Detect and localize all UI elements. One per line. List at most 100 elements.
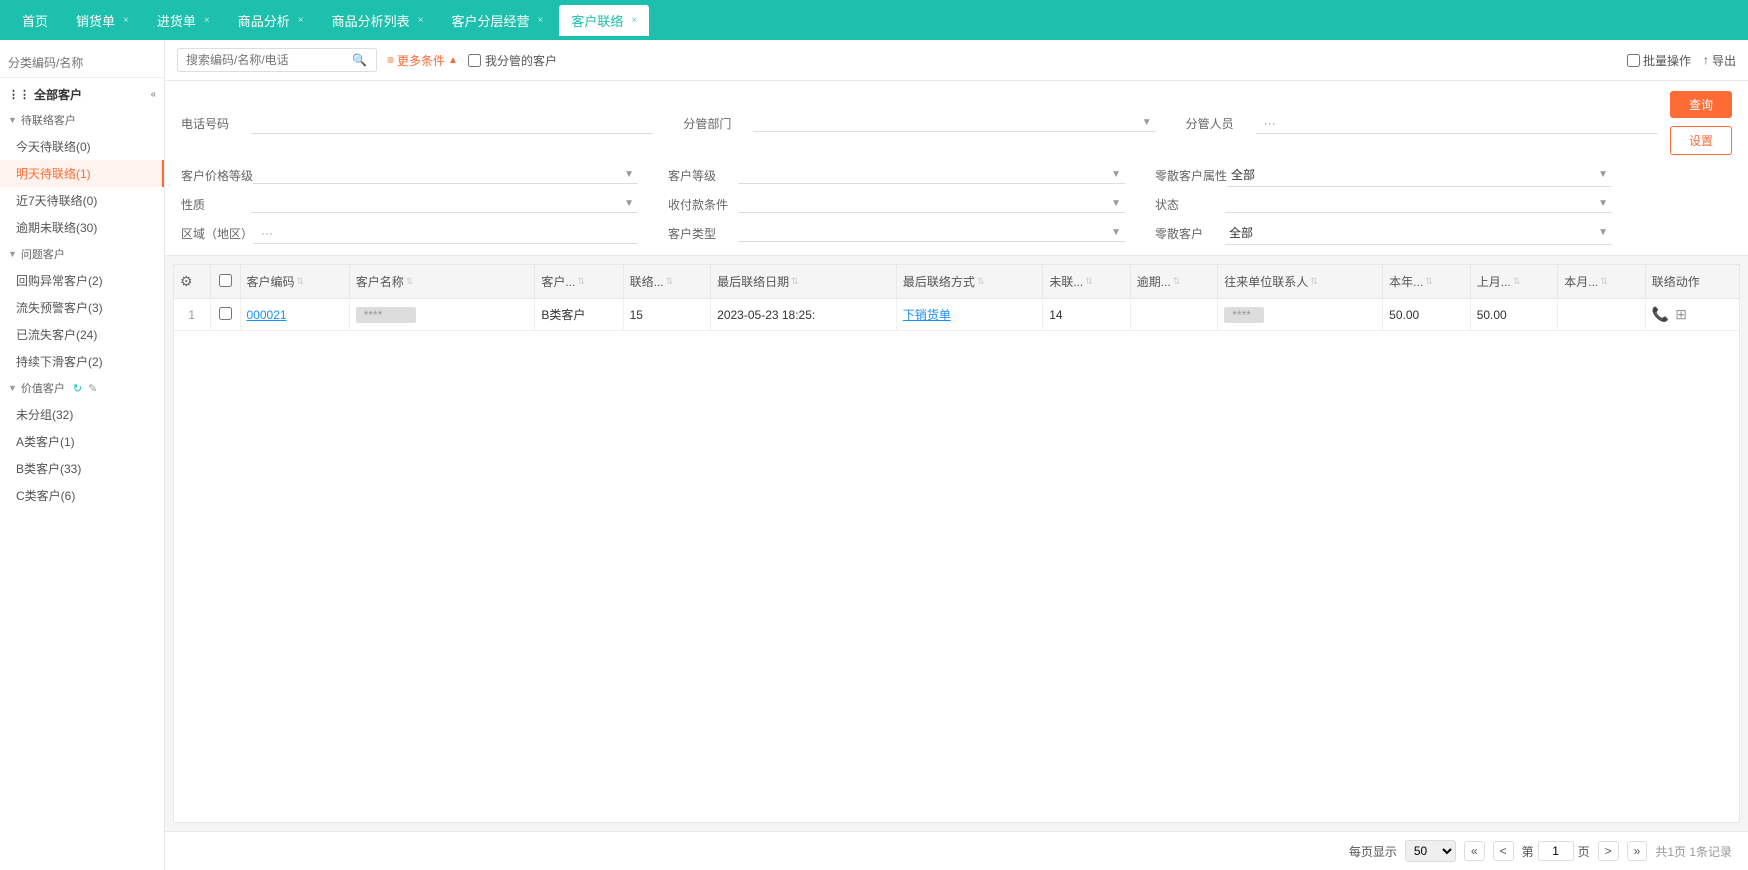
sidebar-item-class-a[interactable]: A类客户(1) xyxy=(0,428,164,455)
last-page-button[interactable]: » xyxy=(1627,841,1648,861)
contact-count-cell: 15 xyxy=(623,299,711,331)
value-group[interactable]: ▼ 价值客户 ↻ ✎ xyxy=(0,375,164,401)
th-contact-person[interactable]: 往来单位联系人 ⇅ xyxy=(1218,265,1383,299)
reset-button[interactable]: 设置 xyxy=(1670,126,1732,155)
filter-row-4: 区域（地区） ··· 客户类型 ▼ 零散客户 xyxy=(181,221,1732,245)
nav-close-icon[interactable]: × xyxy=(123,15,129,26)
sidebar-item-week[interactable]: 近7天待联络(0) xyxy=(0,187,164,214)
phone-input[interactable] xyxy=(251,113,653,134)
sort-icon: ⇅ xyxy=(577,276,585,287)
search-button[interactable]: 🔍 xyxy=(352,53,367,67)
search-input[interactable] xyxy=(186,53,346,67)
contact-person-masked: **** xyxy=(1224,307,1264,323)
more-dots-icon[interactable]: ··· xyxy=(1264,116,1276,130)
more-filter-button[interactable]: ≡ 更多条件 ▲ xyxy=(387,52,458,69)
person-select[interactable]: ··· xyxy=(1256,113,1658,134)
contact-method-link[interactable]: 下销货单 xyxy=(903,308,951,322)
nav-close-icon[interactable]: × xyxy=(631,15,637,26)
content-area: 🔍 ≡ 更多条件 ▲ 我分管的客户 批量操作 ↑ 导出 xyxy=(165,40,1748,870)
nav-close-icon[interactable]: × xyxy=(418,15,424,26)
page-number-input[interactable] xyxy=(1538,841,1574,861)
chevron-down-icon: ▼ xyxy=(624,198,634,209)
nav-purchase[interactable]: 进货单 × xyxy=(145,5,222,36)
retail-customer-select[interactable]: 全部 ▼ xyxy=(1225,221,1612,245)
my-customers-checkbox[interactable] xyxy=(468,54,481,67)
edit-icon[interactable]: ✎ xyxy=(88,382,97,395)
nav-customer-contact[interactable]: 客户联络 × xyxy=(559,5,649,36)
sidebar-item-tomorrow[interactable]: 明天待联络(1) xyxy=(0,160,164,187)
next-page-button[interactable]: > xyxy=(1598,841,1619,861)
filter-icon: ≡ xyxy=(387,53,394,67)
th-this-year[interactable]: 本年... ⇅ xyxy=(1383,265,1471,299)
sidebar-item-today[interactable]: 今天待联络(0) xyxy=(0,133,164,160)
export-button[interactable]: ↑ 导出 xyxy=(1703,52,1736,69)
this-year-cell: 50.00 xyxy=(1383,299,1471,331)
retail-attr-select[interactable]: 全部 ▼ xyxy=(1227,163,1612,187)
th-customer-type[interactable]: 客户... ⇅ xyxy=(535,265,623,299)
filter-customer-level: 客户等级 ▼ xyxy=(668,166,1125,184)
select-all-checkbox[interactable] xyxy=(219,274,232,287)
prev-page-button[interactable]: < xyxy=(1493,841,1514,861)
th-last-contact-date[interactable]: 最后联络日期 ⇅ xyxy=(711,265,897,299)
sidebar-item-decline[interactable]: 持续下滑客户(2) xyxy=(0,348,164,375)
customer-type-select[interactable]: ▼ xyxy=(738,224,1125,242)
row-checkbox[interactable] xyxy=(219,307,232,320)
th-overdue[interactable]: 逾期... ⇅ xyxy=(1130,265,1218,299)
th-last-contact-method[interactable]: 最后联络方式 ⇅ xyxy=(896,265,1042,299)
th-no-contact[interactable]: 未联... ⇅ xyxy=(1043,265,1131,299)
th-customer-code[interactable]: 客户编码 ⇅ xyxy=(240,265,349,299)
sidebar-item-overdue[interactable]: 逾期未联络(30) xyxy=(0,214,164,241)
th-this-month[interactable]: 本月... ⇅ xyxy=(1558,265,1646,299)
th-contact-count[interactable]: 联络... ⇅ xyxy=(623,265,711,299)
sidebar-item-class-b[interactable]: B类客户(33) xyxy=(0,455,164,482)
status-select[interactable]: ▼ xyxy=(1225,195,1612,213)
grid-icon[interactable]: ⊞ xyxy=(1675,306,1687,323)
phone-icon[interactable]: 📞 xyxy=(1652,306,1669,323)
customer-code-link[interactable]: 000021 xyxy=(247,308,287,322)
customer-value-select[interactable]: ▼ xyxy=(253,166,638,184)
sidebar-item-repurchase[interactable]: 回购异常客户(2) xyxy=(0,267,164,294)
chevron-down-icon: ▼ xyxy=(1598,227,1608,238)
payment-select[interactable]: ▼ xyxy=(738,195,1125,213)
nav-close-icon[interactable]: × xyxy=(298,15,304,26)
sidebar-item-lost-risk[interactable]: 流失预警客户(3) xyxy=(0,294,164,321)
chevron-down-icon: ▼ xyxy=(1598,169,1608,180)
nav-close-icon[interactable]: × xyxy=(204,15,210,26)
sidebar-item-class-c[interactable]: C类客户(6) xyxy=(0,482,164,509)
nav-product-analysis-list[interactable]: 商品分析列表 × xyxy=(320,5,436,36)
batch-op-button[interactable]: 批量操作 xyxy=(1627,52,1691,69)
first-page-button[interactable]: « xyxy=(1464,841,1485,861)
my-customers-label: 我分管的客户 xyxy=(485,52,557,69)
chevron-down-icon: ▼ xyxy=(1598,198,1608,209)
th-gear[interactable]: ⚙ xyxy=(174,265,210,299)
customer-level-select[interactable]: ▼ xyxy=(738,166,1125,184)
nav-close-icon[interactable]: × xyxy=(537,15,543,26)
region-select[interactable]: ··· xyxy=(253,223,638,244)
chevron-down-icon: ▼ xyxy=(1111,198,1121,209)
sidebar-item-ungrouped[interactable]: 未分组(32) xyxy=(0,401,164,428)
more-dots-icon[interactable]: ··· xyxy=(261,226,273,240)
sidebar-item-lost[interactable]: 已流失客户(24) xyxy=(0,321,164,348)
table-header-row: ⚙ 客户编码 ⇅ 客户名称 xyxy=(174,265,1739,299)
query-button[interactable]: 查询 xyxy=(1670,91,1732,118)
nav-customer-tier[interactable]: 客户分层经营 × xyxy=(439,5,555,36)
per-page-select[interactable]: 10 20 50 100 xyxy=(1405,840,1456,862)
nav-sales[interactable]: 销货单 × xyxy=(64,5,141,36)
collapse-icon[interactable]: « xyxy=(150,89,156,100)
gear-icon[interactable]: ⚙ xyxy=(180,273,193,289)
overdue-cell xyxy=(1130,299,1218,331)
th-last-month[interactable]: 上月... ⇅ xyxy=(1470,265,1558,299)
batch-checkbox[interactable] xyxy=(1627,54,1640,67)
pagination: 每页显示 10 20 50 100 « < 第 页 > » 共1页 1条记录 xyxy=(165,831,1748,870)
dept-select[interactable]: ▼ xyxy=(753,114,1155,132)
top-nav: 首页 销货单 × 进货单 × 商品分析 × 商品分析列表 × 客户分层经营 × … xyxy=(0,0,1748,40)
pending-group[interactable]: ▼ 待联络客户 xyxy=(0,107,164,133)
gender-select[interactable]: ▼ xyxy=(251,195,638,213)
refresh-icon[interactable]: ↻ xyxy=(73,382,82,395)
sidebar-search-input[interactable] xyxy=(8,56,163,70)
nav-product-analysis[interactable]: 商品分析 × xyxy=(226,5,316,36)
nav-home[interactable]: 首页 xyxy=(10,5,60,36)
filter-retail-attr: 零散客户属性 全部 ▼ xyxy=(1155,163,1612,187)
problem-group[interactable]: ▼ 问题客户 xyxy=(0,241,164,267)
th-customer-name[interactable]: 客户名称 ⇅ xyxy=(349,265,535,299)
